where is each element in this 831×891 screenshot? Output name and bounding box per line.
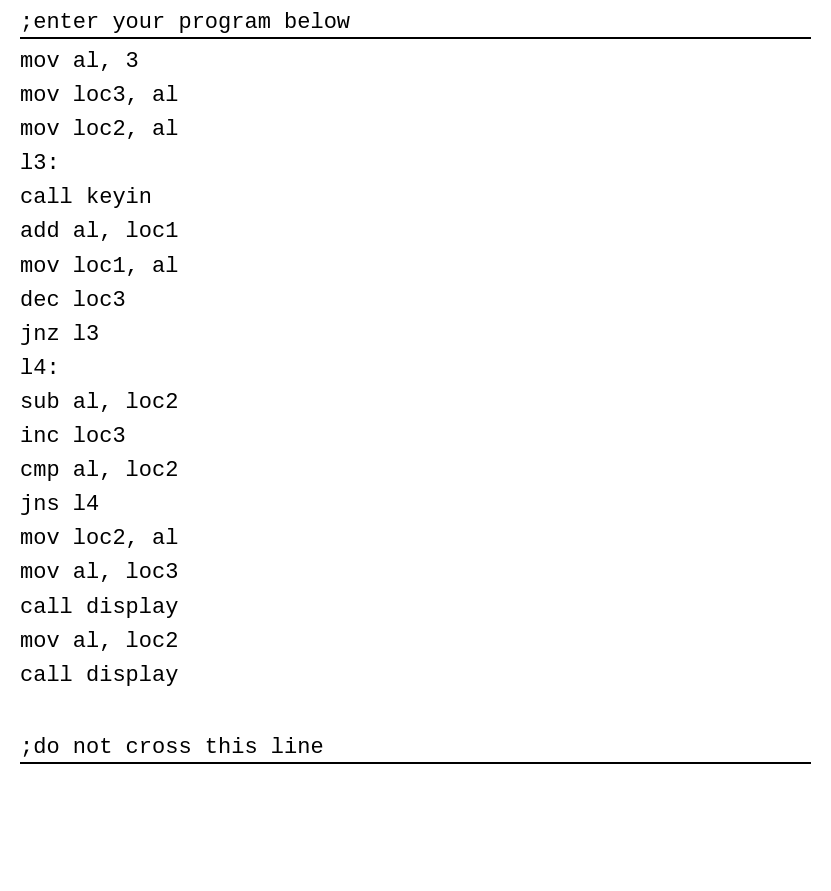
code-line: jnz l3 [20,318,811,352]
code-line: mov al, 3 [20,45,811,79]
header-text: ;enter your program below [20,10,350,35]
code-line: l4: [20,352,811,386]
footer-line: ;do not cross this line [20,735,811,764]
code-line: add al, loc1 [20,215,811,249]
code-line: mov loc1, al [20,250,811,284]
code-line: inc loc3 [20,420,811,454]
code-line: mov al, loc3 [20,556,811,590]
code-line: call display [20,591,811,625]
code-line: mov loc3, al [20,79,811,113]
code-line: l3: [20,147,811,181]
code-line: jns l4 [20,488,811,522]
header-line: ;enter your program below [20,10,811,39]
page-container: ;enter your program below mov al, 3mov l… [0,0,831,891]
code-line [20,693,811,727]
code-line: call display [20,659,811,693]
code-block[interactable]: mov al, 3mov loc3, almov loc2, all3:call… [20,45,811,727]
code-line: call keyin [20,181,811,215]
code-line: dec loc3 [20,284,811,318]
footer-text: ;do not cross this line [20,735,324,760]
code-line: mov loc2, al [20,522,811,556]
code-line: mov al, loc2 [20,625,811,659]
code-line: sub al, loc2 [20,386,811,420]
code-line: cmp al, loc2 [20,454,811,488]
code-line: mov loc2, al [20,113,811,147]
